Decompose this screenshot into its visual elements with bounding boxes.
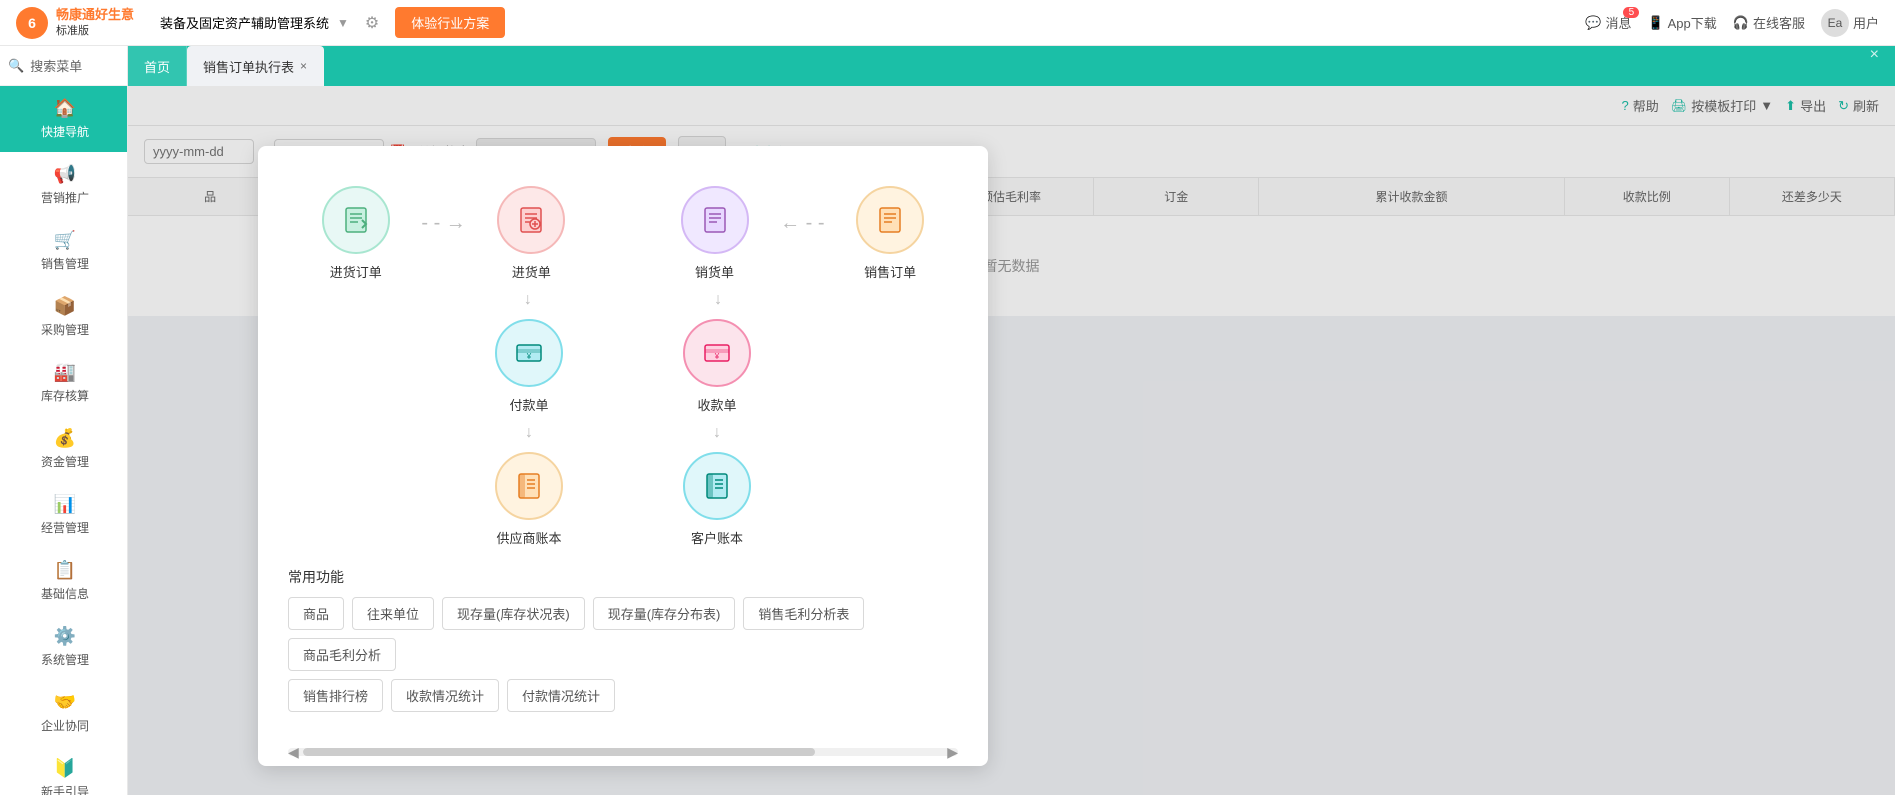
svg-text:¥: ¥ <box>714 352 720 361</box>
scroll-left-icon[interactable]: ◀ <box>288 744 299 761</box>
avatar: Ea <box>1821 9 1849 37</box>
payment-icon: ¥ <box>495 319 563 387</box>
message-badge: 5 <box>1623 7 1639 18</box>
purchase-bill-icon <box>497 186 565 254</box>
cf-buttons-row2: 销售排行榜 收款情况统计 付款情况统计 <box>288 679 958 712</box>
sidebar-item-marketing[interactable]: 📢 营销推广 <box>0 152 127 218</box>
scroll-right-icon[interactable]: ▶ <box>947 744 958 761</box>
trial-button[interactable]: 体验行业方案 <box>395 7 505 38</box>
message-icon: 💬 <box>1585 15 1601 31</box>
flow-top-row: 进货订单 - - → <box>308 186 938 281</box>
flow-receipt[interactable]: ¥ 收款单 <box>683 319 751 414</box>
supplier-ledger-icon <box>495 452 563 520</box>
system-title: 装备及固定资产辅助管理系统 ▼ ⚙ 体验行业方案 <box>144 7 1585 38</box>
cart-icon: 🛒 <box>54 230 76 251</box>
search-icon: 🔍 <box>8 58 24 74</box>
common-functions-title: 常用功能 <box>288 567 958 587</box>
clipboard-icon: 📋 <box>54 560 76 581</box>
sales-bill-icon <box>681 186 749 254</box>
arrow-right-icon: - - → <box>421 212 465 255</box>
money-icon: 💰 <box>54 428 76 449</box>
sidebar-item-system[interactable]: ⚙️ 系统管理 <box>0 614 127 680</box>
tab-close-all-button[interactable]: × <box>1854 46 1895 86</box>
top-actions: 💬 消息 5 📱 App下载 🎧 在线客服 Ea 用户 <box>1585 9 1879 37</box>
handshake-icon: 🤝 <box>54 692 76 713</box>
flow-purchase-order[interactable]: 进货订单 <box>322 186 390 281</box>
sidebar-item-enterprise[interactable]: 🤝 企业协同 <box>0 680 127 746</box>
flow-purchase-bill[interactable]: 进货单 <box>497 186 565 281</box>
receipt-icon: ¥ <box>683 319 751 387</box>
message-button[interactable]: 💬 消息 5 <box>1585 13 1631 32</box>
guide-icon: 🔰 <box>54 758 76 779</box>
system-icon: ⚙️ <box>54 626 76 647</box>
quick-nav-modal-overlay[interactable]: 进货订单 - - → <box>128 86 1895 795</box>
purchase-order-icon <box>322 186 390 254</box>
dropdown-arrow-icon[interactable]: ▼ <box>337 16 349 30</box>
app-download-button[interactable]: 📱 App下载 <box>1647 13 1716 32</box>
box-icon: 📦 <box>54 296 76 317</box>
sales-order-icon <box>856 186 924 254</box>
user-menu[interactable]: Ea 用户 <box>1821 9 1879 37</box>
chart-icon: 📊 <box>54 494 76 515</box>
home-icon: 🏠 <box>54 98 76 119</box>
arrow-down-sales-icon: ↓ <box>684 287 752 313</box>
arrow-down-purchase-icon: ↓ <box>494 287 562 313</box>
sidebar: 🔍 搜索菜单 🏠 快捷导航 📢 营销推广 🛒 销售管理 📦 采购管理 🏭 <box>0 46 128 795</box>
sidebar-item-newbie[interactable]: 🔰 新手引导 <box>0 746 127 795</box>
headset-icon: 🎧 <box>1733 15 1749 31</box>
sidebar-item-operations[interactable]: 📊 经营管理 <box>0 482 127 548</box>
logo-area: 6 畅康通好生意 标准版 <box>16 7 144 39</box>
search-menu-button[interactable]: 🔍 搜索菜单 <box>0 46 127 86</box>
tab-close-icon[interactable]: × <box>300 59 307 73</box>
arrow-down-payment-icon: ↓ <box>495 420 563 446</box>
sidebar-item-finance[interactable]: 💰 资金管理 <box>0 416 127 482</box>
sidebar-item-sales[interactable]: 🛒 销售管理 <box>0 218 127 284</box>
tab-sales-order[interactable]: 销售订单执行表 × <box>187 46 324 86</box>
cf-btn-payment-stats[interactable]: 付款情况统计 <box>507 679 615 712</box>
logo-icon: 6 <box>16 7 48 39</box>
logo-text: 畅康通好生意 标准版 <box>56 7 134 38</box>
customer-ledger-icon <box>683 452 751 520</box>
phone-icon: 📱 <box>1647 15 1663 31</box>
flow-container: 进货订单 - - → <box>288 176 958 557</box>
sidebar-item-inventory[interactable]: 🏭 库存核算 <box>0 350 127 416</box>
cf-btn-sales-ranking[interactable]: 销售排行榜 <box>288 679 383 712</box>
tab-home[interactable]: 首页 <box>128 46 187 86</box>
online-service-button[interactable]: 🎧 在线客服 <box>1733 13 1805 32</box>
gear-icon[interactable]: ⚙ <box>365 13 379 33</box>
arrow-left-dashed-icon: ← - - <box>780 212 824 255</box>
tab-bar: 首页 销售订单执行表 × × <box>128 46 1895 86</box>
arrow-down-receipt-icon: ↓ <box>683 420 751 446</box>
cf-btn-receipt-stats[interactable]: 收款情况统计 <box>391 679 499 712</box>
flow-supplier-ledger[interactable]: 供应商账本 <box>495 452 563 547</box>
cf-buttons-row1: 商品 往来单位 现存量(库存状况表) 现存量(库存分布表) 销售毛利分析表 商品… <box>288 597 958 671</box>
cf-btn-counterparty[interactable]: 往来单位 <box>352 597 434 630</box>
system-name: 装备及固定资产辅助管理系统 <box>160 13 329 32</box>
common-functions: 常用功能 商品 往来单位 现存量(库存状况表) 现存量(库存分布表) 销售毛利分… <box>288 567 958 712</box>
flow-sales-order[interactable]: 销售订单 <box>856 186 924 281</box>
cf-btn-stock-status[interactable]: 现存量(库存状况表) <box>442 597 585 630</box>
modal-scrollbar[interactable]: ◀ ▶ <box>288 748 958 756</box>
flow-payment[interactable]: ¥ 付款单 <box>495 319 563 414</box>
megaphone-icon: 📢 <box>54 164 76 185</box>
cf-btn-product-analysis[interactable]: 商品毛利分析 <box>288 638 396 671</box>
flow-mid-row: ¥ 付款单 <box>308 319 938 414</box>
content-area: 首页 销售订单执行表 × × ? 帮助 🖨 <box>128 46 1895 795</box>
flow-sales-bill[interactable]: 销货单 <box>681 186 749 281</box>
warehouse-icon: 🏭 <box>54 362 76 383</box>
flow-bottom-row: 供应商账本 <box>308 452 938 547</box>
svg-text:¥: ¥ <box>526 352 532 361</box>
cf-btn-product[interactable]: 商品 <box>288 597 344 630</box>
cf-btn-sales-analysis[interactable]: 销售毛利分析表 <box>743 597 864 630</box>
quick-nav-modal: 进货订单 - - → <box>258 146 988 766</box>
sidebar-item-basic-info[interactable]: 📋 基础信息 <box>0 548 127 614</box>
sidebar-item-quick-nav[interactable]: 🏠 快捷导航 <box>0 86 127 152</box>
sidebar-item-purchase[interactable]: 📦 采购管理 <box>0 284 127 350</box>
cf-btn-stock-dist[interactable]: 现存量(库存分布表) <box>593 597 736 630</box>
flow-customer-ledger[interactable]: 客户账本 <box>683 452 751 547</box>
page-content: ? 帮助 🖨 按模板打印 ▼ ⬆ 导出 ↻ 刷新 <box>128 86 1895 795</box>
